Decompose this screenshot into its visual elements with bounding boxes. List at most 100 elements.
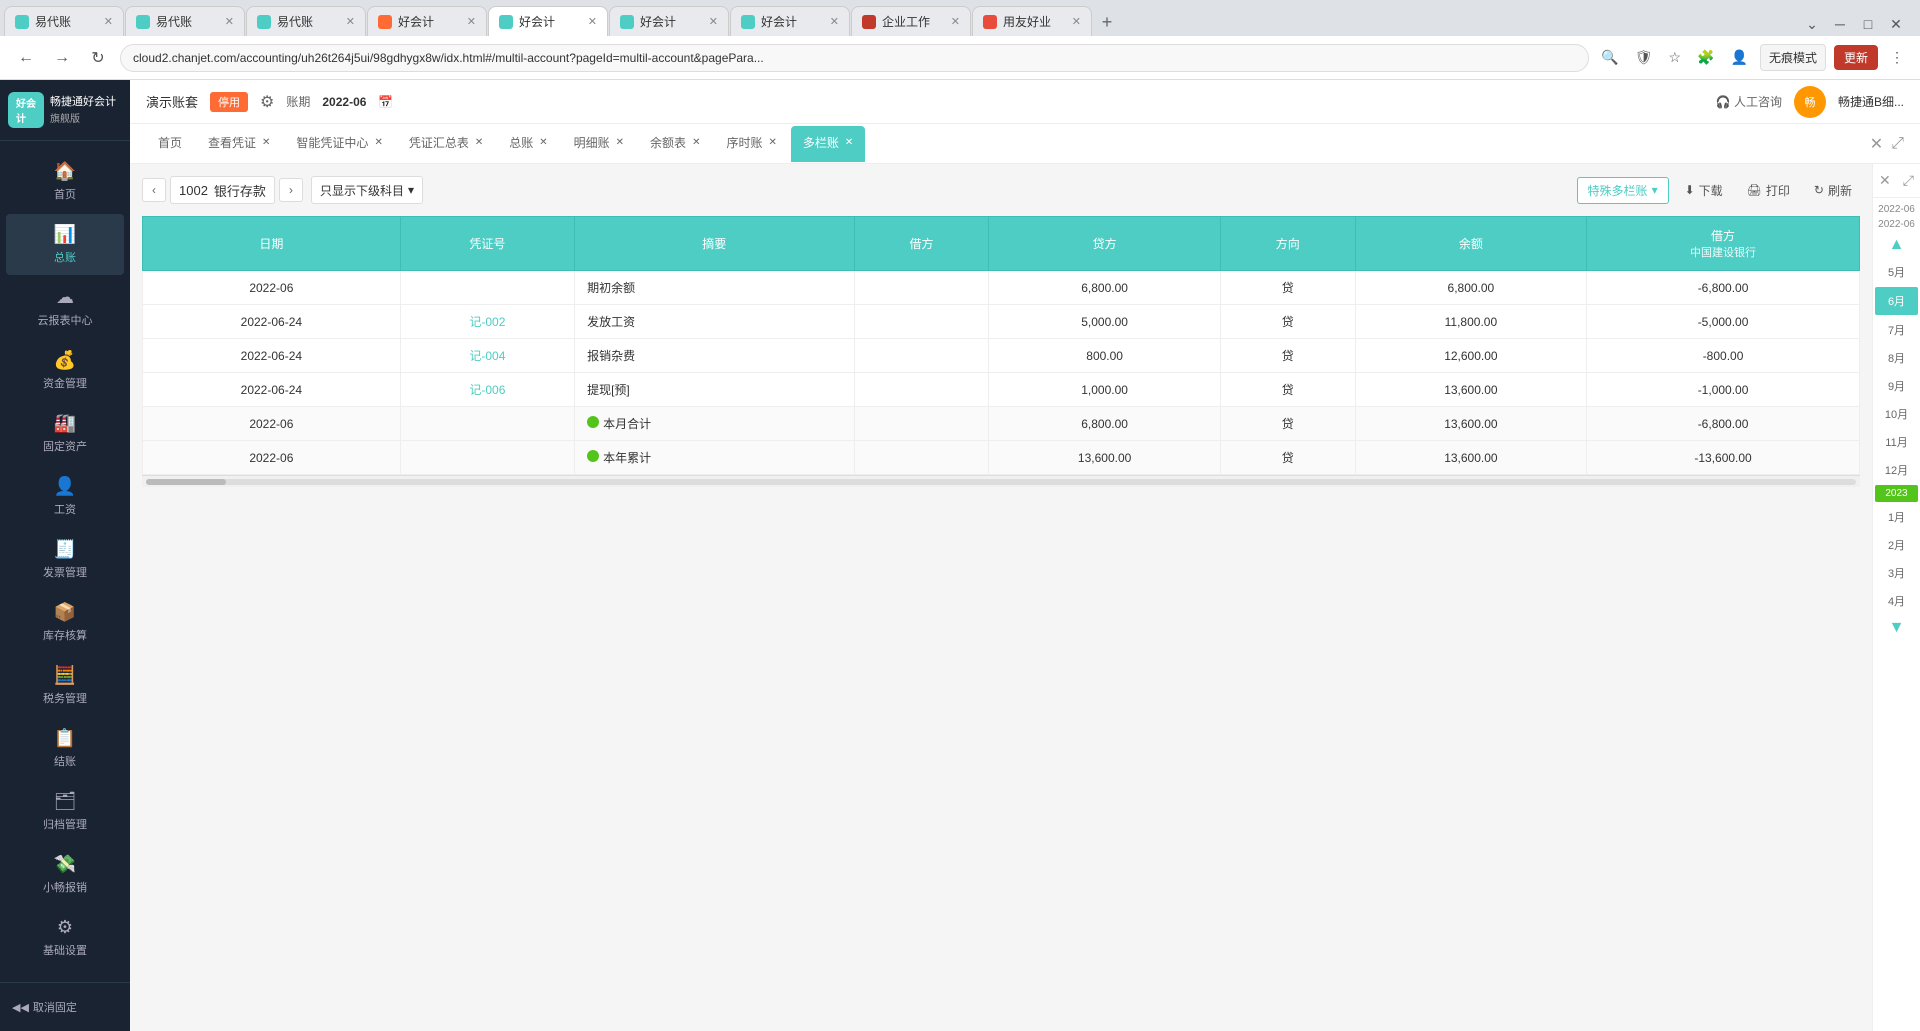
refresh-button[interactable]: ↻ 刷新 — [1806, 178, 1860, 203]
cell-voucher[interactable]: 记-006 — [400, 373, 574, 407]
timeline-month-9[interactable]: 9月 — [1873, 372, 1920, 400]
star-icon[interactable]: ☆ — [1665, 45, 1686, 70]
tab-qiyegongzuo[interactable]: 企业工作 ✕ — [851, 6, 971, 36]
sidebar-item-settings[interactable]: ⚙ 基础设置 — [6, 907, 124, 968]
tab-close-btn[interactable]: ✕ — [709, 15, 718, 28]
tab-haohuiji-3[interactable]: 好会计 ✕ — [609, 6, 729, 36]
timeline-2023-month-3[interactable]: 3月 — [1873, 559, 1920, 587]
sidebar-item-guide[interactable]: 📖 新手引导 — [6, 970, 124, 982]
tab-voucher-summary[interactable]: 凭证汇总表 ✕ — [397, 126, 495, 162]
timeline-month-8[interactable]: 8月 — [1873, 344, 1920, 372]
close-button[interactable]: ✕ — [1884, 12, 1908, 36]
new-tab-button[interactable]: + — [1093, 8, 1121, 36]
voucher-link[interactable]: 记-004 — [469, 349, 505, 363]
tab-close-icon[interactable]: ✕ — [475, 137, 483, 148]
tab-close-btn[interactable]: ✕ — [830, 15, 839, 28]
calendar-icon[interactable]: 📅 — [378, 95, 393, 109]
collapse-panel-btn[interactable]: ✕ — [1870, 134, 1883, 154]
gear-icon[interactable]: ⚙ — [260, 92, 274, 112]
cell-voucher[interactable]: 记-002 — [400, 305, 574, 339]
sidebar-item-ledger[interactable]: 📊 总账 — [6, 214, 124, 275]
sidebar-item-closing[interactable]: 📋 结账 — [6, 718, 124, 779]
tab-haohuiji-4[interactable]: 好会计 ✕ — [730, 6, 850, 36]
tab-yidaizhang-2[interactable]: 易代账 ✕ — [125, 6, 245, 36]
voucher-link[interactable]: 记-002 — [469, 315, 505, 329]
tab-close-icon[interactable]: ✕ — [692, 137, 700, 148]
minimize-button[interactable]: ─ — [1828, 12, 1852, 36]
address-input[interactable] — [120, 44, 1589, 72]
timeline-month-12[interactable]: 12月 — [1873, 456, 1920, 484]
tab-general-ledger[interactable]: 总账 ✕ — [497, 126, 559, 162]
sidebar-item-cloud-report[interactable]: ☁ 云报表中心 — [6, 277, 124, 338]
sidebar-item-invoice[interactable]: 🧾 发票管理 — [6, 529, 124, 590]
voucher-link[interactable]: 记-006 — [469, 383, 505, 397]
tab-close-icon[interactable]: ✕ — [374, 137, 382, 148]
tab-close-icon[interactable]: ✕ — [616, 137, 624, 148]
tab-multi-col[interactable]: 多栏账 ✕ — [791, 126, 865, 162]
print-button[interactable]: 🖨 打印 — [1739, 178, 1798, 203]
special-multi-col-button[interactable]: 特殊多栏账 ▾ — [1577, 177, 1669, 204]
timeline-month-6[interactable]: 6月 — [1875, 287, 1918, 315]
tab-smart-voucher[interactable]: 智能凭证中心 ✕ — [284, 126, 394, 162]
tab-yidaizhang-1[interactable]: 易代账 ✕ — [4, 6, 124, 36]
tab-yongyouhaoye[interactable]: 用友好业 ✕ — [972, 6, 1092, 36]
extension-icon[interactable]: 🧩 — [1693, 45, 1718, 70]
forward-button[interactable]: → — [48, 44, 76, 72]
tab-yidaizhang-3[interactable]: 易代账 ✕ — [246, 6, 366, 36]
sidebar-item-tax[interactable]: 🧮 税务管理 — [6, 655, 124, 716]
timeline-month-10[interactable]: 10月 — [1873, 400, 1920, 428]
timeline-scroll-down-button[interactable]: ▼ — [1885, 615, 1909, 641]
filter-dropdown[interactable]: 只显示下级科目 ▾ — [311, 176, 423, 204]
tab-close-btn[interactable]: ✕ — [104, 15, 113, 28]
reload-button[interactable]: ↻ — [84, 44, 112, 72]
download-button[interactable]: ⬇ 下载 — [1677, 178, 1731, 203]
back-button[interactable]: ← — [12, 44, 40, 72]
cell-voucher[interactable]: 记-004 — [400, 339, 574, 373]
tab-close-btn[interactable]: ✕ — [225, 15, 234, 28]
sidebar-item-home[interactable]: 🏠 首页 — [6, 151, 124, 212]
tab-haohuiji-2-active[interactable]: 好会计 ✕ — [488, 6, 608, 36]
timeline-2023-month-2[interactable]: 2月 — [1873, 531, 1920, 559]
close-timeline-button[interactable]: ✕ — [1879, 172, 1891, 189]
timeline-month-5[interactable]: 5月 — [1873, 258, 1920, 286]
timeline-scroll-up-button[interactable]: ▲ — [1885, 232, 1909, 258]
next-account-button[interactable]: › — [279, 178, 303, 202]
profile-icon[interactable]: 👤 — [1727, 45, 1752, 70]
customer-service-button[interactable]: 🎧 人工咨询 — [1716, 93, 1782, 110]
tab-close-icon[interactable]: ✕ — [768, 137, 776, 148]
menu-icon[interactable]: ⋮ — [1886, 45, 1908, 70]
prev-account-button[interactable]: ‹ — [142, 178, 166, 202]
timeline-2023-month-4[interactable]: 4月 — [1873, 587, 1920, 615]
timeline-2023-month-1[interactable]: 1月 — [1873, 503, 1920, 531]
shield-icon[interactable]: 🛡 — [1631, 45, 1657, 70]
tab-balance-sheet[interactable]: 余额表 ✕ — [638, 126, 712, 162]
search-icon[interactable]: 🔍 — [1597, 45, 1622, 70]
tab-home[interactable]: 首页 — [146, 126, 194, 162]
sidebar-item-archive[interactable]: 🗂 归档管理 — [6, 781, 124, 842]
tab-close-btn[interactable]: ✕ — [951, 15, 960, 28]
tab-detail-ledger[interactable]: 明细账 ✕ — [562, 126, 636, 162]
horizontal-scrollbar[interactable] — [142, 475, 1860, 487]
tab-close-icon[interactable]: ✕ — [845, 137, 853, 148]
timeline-month-7[interactable]: 7月 — [1873, 316, 1920, 344]
tab-close-btn[interactable]: ✕ — [346, 15, 355, 28]
timeline-month-11[interactable]: 11月 — [1873, 428, 1920, 456]
scroll-thumb[interactable] — [146, 479, 226, 485]
expand-panel-btn[interactable]: ⤢ — [1891, 135, 1904, 153]
expand-timeline-button[interactable]: ⤢ — [1903, 172, 1914, 193]
tab-close-btn[interactable]: ✕ — [588, 15, 597, 28]
sidebar-item-fund[interactable]: 💰 资金管理 — [6, 340, 124, 401]
tab-close-icon[interactable]: ✕ — [262, 137, 270, 148]
user-avatar[interactable]: 畅 — [1794, 86, 1826, 118]
tab-list-button[interactable]: ⌄ — [1800, 12, 1824, 36]
sidebar-item-expense[interactable]: 💸 小畅报销 — [6, 844, 124, 905]
tab-close-btn[interactable]: ✕ — [1072, 15, 1081, 28]
sidebar-item-salary[interactable]: 👤 工资 — [6, 466, 124, 527]
unpin-button[interactable]: ◀◀ 取消固定 — [0, 991, 130, 1023]
update-button[interactable]: 更新 — [1834, 45, 1878, 70]
tab-journal[interactable]: 序时账 ✕ — [714, 126, 788, 162]
tab-haohuiji-1[interactable]: 好会计 ✕ — [367, 6, 487, 36]
maximize-button[interactable]: □ — [1856, 12, 1880, 36]
tab-view-voucher[interactable]: 查看凭证 ✕ — [196, 126, 282, 162]
tab-close-btn[interactable]: ✕ — [467, 15, 476, 28]
